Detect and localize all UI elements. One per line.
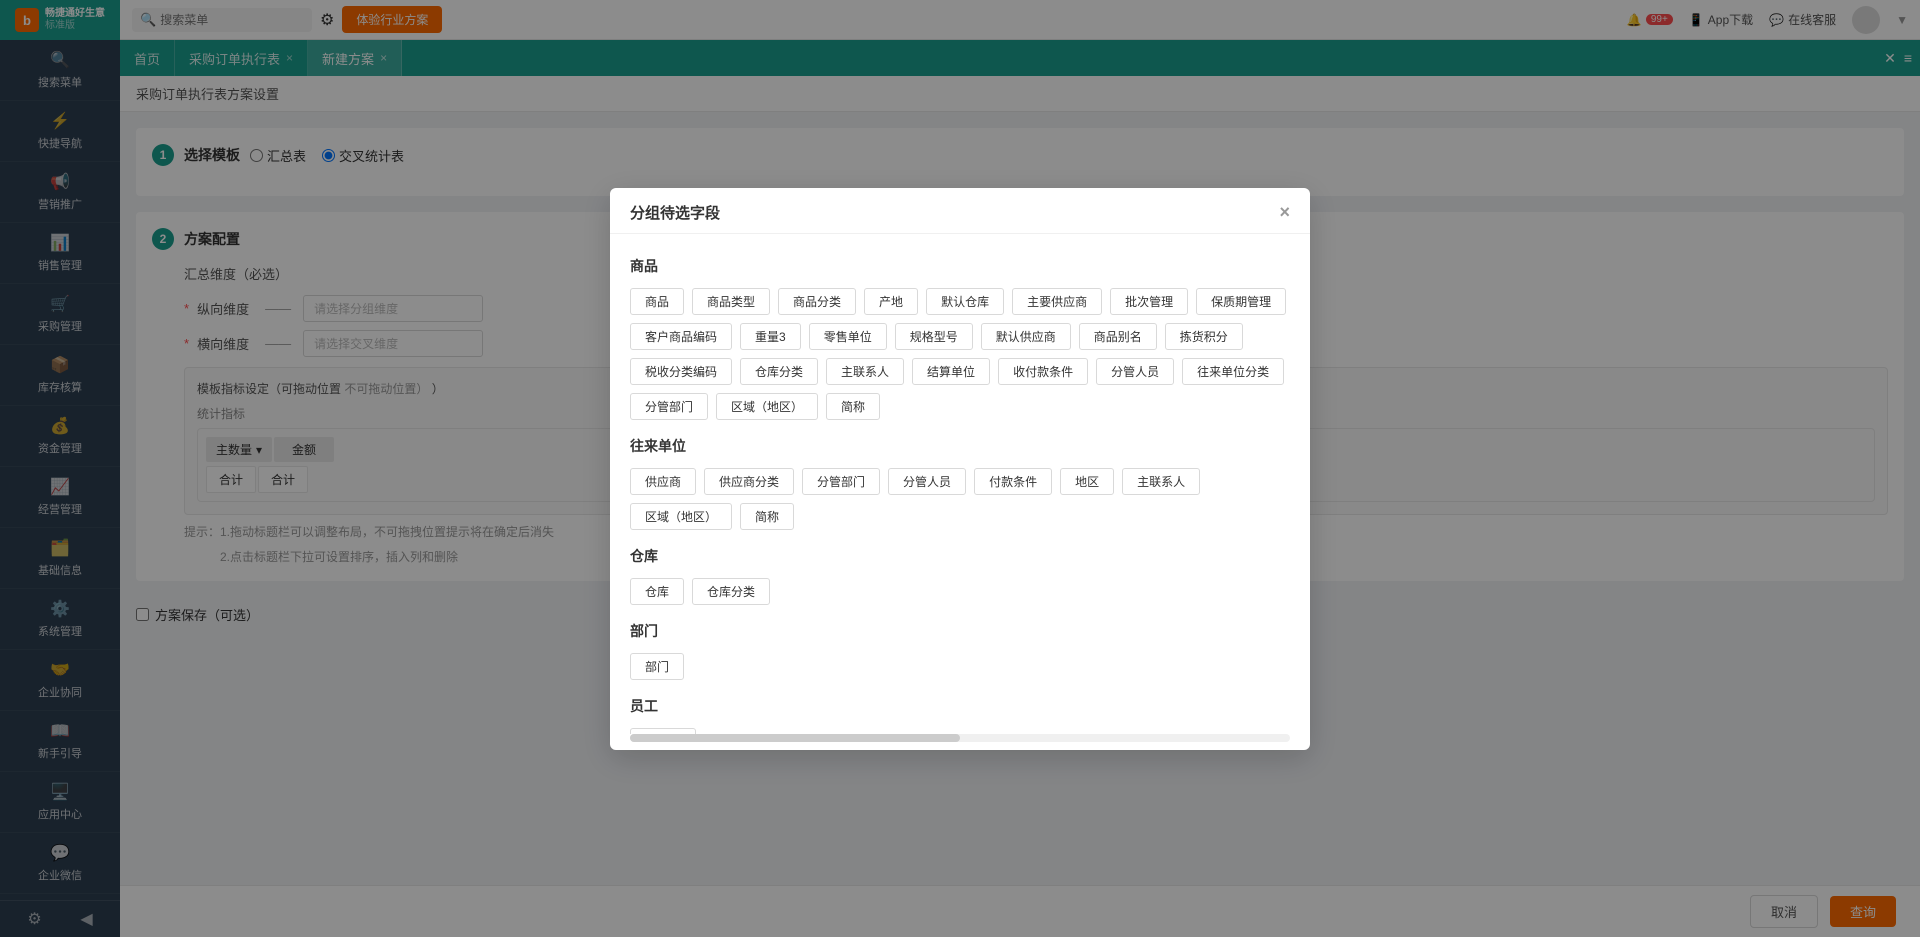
modal-section-title-2: 仓库: [630, 546, 1298, 566]
field-tag-0-24[interactable]: 简称: [826, 393, 880, 420]
modal-section-fields-2: 仓库仓库分类: [630, 578, 1298, 605]
field-tag-1-6[interactable]: 主联系人: [1122, 468, 1200, 495]
modal-section-fields-0: 商品商品类型商品分类产地默认仓库主要供应商批次管理保质期管理客户商品编码重量3 零…: [630, 288, 1298, 420]
field-tag-1-1[interactable]: 供应商分类: [704, 468, 794, 495]
modal-overlay: 分组待选字段 × 商品商品商品类型商品分类产地默认仓库主要供应商批次管理保质期管…: [0, 0, 1920, 937]
modal-header: 分组待选字段 ×: [610, 188, 1310, 234]
modal-section-title-4: 员工: [630, 696, 1298, 716]
field-tag-0-15[interactable]: 税收分类编码: [630, 358, 732, 385]
field-tag-0-22[interactable]: 分管部门: [630, 393, 708, 420]
field-tag-1-8[interactable]: 简称: [740, 503, 794, 530]
field-tag-1-4[interactable]: 付款条件: [974, 468, 1052, 495]
field-tag-0-23[interactable]: 区域（地区）: [716, 393, 818, 420]
field-tag-0-17[interactable]: 主联系人: [826, 358, 904, 385]
field-tag-1-0[interactable]: 供应商: [630, 468, 696, 495]
modal-section-title-1: 往来单位: [630, 436, 1298, 456]
modal-section-title-0: 商品: [630, 256, 1298, 276]
field-tag-2-0[interactable]: 仓库: [630, 578, 684, 605]
field-tag-0-1[interactable]: 商品类型: [692, 288, 770, 315]
scrollbar-h-thumb: [630, 734, 960, 742]
field-tag-0-6[interactable]: 批次管理: [1110, 288, 1188, 315]
modal-dialog: 分组待选字段 × 商品商品商品类型商品分类产地默认仓库主要供应商批次管理保质期管…: [610, 188, 1310, 750]
field-tag-0-10[interactable]: 零售单位: [809, 323, 887, 350]
field-tag-3-0[interactable]: 部门: [630, 653, 684, 680]
field-tag-0-4[interactable]: 默认仓库: [926, 288, 1004, 315]
field-tag-1-7[interactable]: 区域（地区）: [630, 503, 732, 530]
field-tag-0-14[interactable]: 拣货积分: [1165, 323, 1243, 350]
field-tag-0-2[interactable]: 商品分类: [778, 288, 856, 315]
field-tag-0-21[interactable]: 往来单位分类: [1182, 358, 1284, 385]
modal-close-button[interactable]: ×: [1279, 203, 1290, 221]
field-tag-2-1[interactable]: 仓库分类: [692, 578, 770, 605]
field-tag-0-16[interactable]: 仓库分类: [740, 358, 818, 385]
modal-title: 分组待选字段: [630, 202, 720, 223]
field-tag-0-19[interactable]: 收付款条件: [998, 358, 1088, 385]
field-tag-0-9[interactable]: 重量3: [740, 323, 801, 350]
field-tag-4-0[interactable]: 业务员: [630, 728, 696, 734]
field-tag-0-12[interactable]: 默认供应商: [981, 323, 1071, 350]
modal-section-title-3: 部门: [630, 621, 1298, 641]
field-tag-0-5[interactable]: 主要供应商: [1012, 288, 1102, 315]
field-tag-1-2[interactable]: 分管部门: [802, 468, 880, 495]
field-tag-1-5[interactable]: 地区: [1060, 468, 1114, 495]
modal-section-fields-3: 部门: [630, 653, 1298, 680]
field-tag-0-7[interactable]: 保质期管理: [1196, 288, 1286, 315]
field-tag-0-18[interactable]: 结算单位: [912, 358, 990, 385]
field-tag-0-13[interactable]: 商品别名: [1079, 323, 1157, 350]
field-tag-0-20[interactable]: 分管人员: [1096, 358, 1174, 385]
field-tag-0-11[interactable]: 规格型号: [895, 323, 973, 350]
field-tag-1-3[interactable]: 分管人员: [888, 468, 966, 495]
modal-section-fields-4: 业务员: [630, 728, 1298, 734]
modal-scrollbar-h: [630, 734, 1290, 742]
field-tag-0-0[interactable]: 商品: [630, 288, 684, 315]
field-tag-0-8[interactable]: 客户商品编码: [630, 323, 732, 350]
field-tag-0-3[interactable]: 产地: [864, 288, 918, 315]
modal-section-fields-1: 供应商供应商分类分管部门分管人员付款条件地区主联系人区域（地区） 简称: [630, 468, 1298, 530]
modal-body: 商品商品商品类型商品分类产地默认仓库主要供应商批次管理保质期管理客户商品编码重量…: [610, 234, 1310, 734]
